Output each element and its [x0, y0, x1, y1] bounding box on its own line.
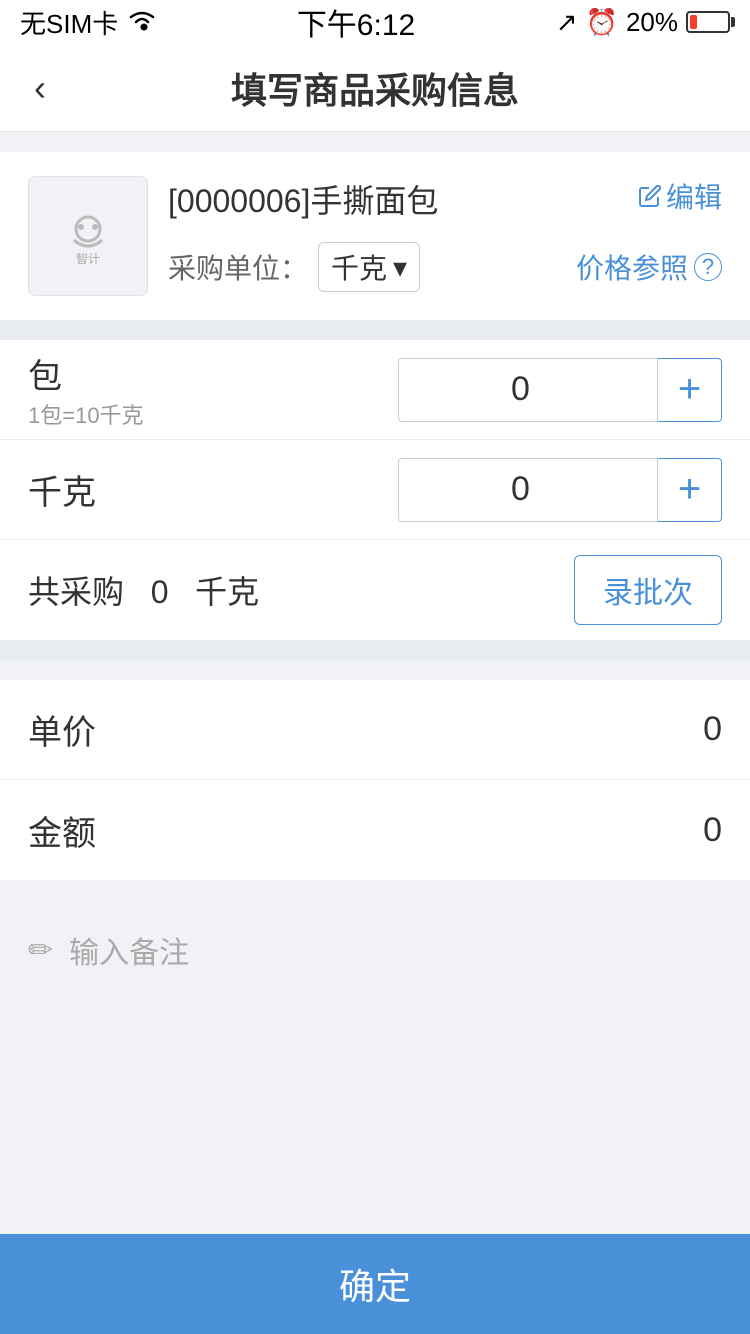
section-divider-2 — [0, 640, 750, 660]
svg-text:智计: 智计 — [76, 251, 100, 266]
kg-label-main: 千克 — [28, 465, 148, 514]
bag-quantity-input[interactable] — [398, 358, 658, 422]
nav-bar: ‹ 填写商品采购信息 — [0, 44, 750, 132]
confirm-button[interactable]: 确定 — [0, 1234, 750, 1334]
kg-quantity-input[interactable] — [398, 458, 658, 522]
unit-price-label: 单价 — [28, 705, 96, 754]
edit-button[interactable]: 编辑 — [638, 176, 722, 216]
edit-label: 编辑 — [666, 176, 722, 216]
product-image: 智计 — [28, 176, 148, 296]
unit-value: 千克 — [331, 247, 387, 287]
status-time: 下午6:12 — [297, 0, 415, 44]
quantity-input-section: 包 1包=10千克 + 千克 + — [0, 340, 750, 540]
amount-row: 金额 0 — [0, 780, 750, 880]
page-title: 填写商品采购信息 — [231, 62, 519, 114]
section-divider-1 — [0, 320, 750, 340]
notes-section[interactable]: ✏ 输入备注 — [0, 900, 750, 1000]
wifi-icon — [128, 7, 156, 38]
bag-label-sub: 1包=10千克 — [28, 398, 148, 430]
pencil-icon: ✏ — [28, 933, 53, 968]
alarm-icon: ⏰ — [586, 7, 618, 38]
notes-placeholder: 输入备注 — [69, 928, 189, 972]
summary-unit: 千克 — [195, 574, 259, 610]
price-ref-button[interactable]: 价格参照 ? — [576, 247, 722, 287]
product-info: [0000006]手撕面包 编辑 采购单位： 千克 ▾ 价格参照 ? — [168, 176, 722, 292]
dropdown-arrow-icon: ▾ — [393, 251, 407, 284]
amount-label: 金额 — [28, 806, 96, 855]
purchase-unit-row: 采购单位： 千克 ▾ 价格参照 ? — [168, 242, 722, 292]
purchase-unit-label: 采购单位： — [168, 247, 308, 287]
unit-select[interactable]: 千克 ▾ — [318, 242, 420, 292]
summary-row: 共采购 0 千克 录批次 — [0, 540, 750, 640]
product-name-row: [0000006]手撕面包 编辑 — [168, 176, 722, 222]
status-right: ↗ ⏰ 20% — [556, 7, 730, 38]
amount-value: 0 — [703, 811, 722, 850]
location-icon: ↗ — [556, 7, 578, 38]
bag-label: 包 1包=10千克 — [28, 349, 148, 430]
battery-icon — [686, 11, 730, 33]
summary-text: 共采购 0 千克 — [28, 567, 259, 613]
kg-plus-button[interactable]: + — [658, 458, 722, 522]
battery-percent: 20% — [626, 7, 678, 38]
bag-input-row: 包 1包=10千克 + — [0, 340, 750, 440]
unit-price-value: 0 — [703, 710, 722, 749]
batch-button[interactable]: 录批次 — [574, 555, 722, 625]
kg-label: 千克 — [28, 465, 148, 514]
unit-price-row: 单价 0 — [0, 680, 750, 780]
back-button[interactable]: ‹ — [24, 57, 56, 119]
bag-plus-button[interactable]: + — [658, 358, 722, 422]
summary-value: 0 — [151, 574, 169, 610]
bag-label-main: 包 — [28, 349, 148, 398]
kg-input-row: 千克 + — [0, 440, 750, 540]
status-left: 无SIM卡 — [20, 4, 156, 41]
confirm-button-label: 确定 — [339, 1258, 411, 1310]
carrier-text: 无SIM卡 — [20, 4, 118, 41]
kg-input-wrapper: + — [398, 458, 722, 522]
product-card: 智计 [0000006]手撕面包 编辑 采购单位： 千克 ▾ — [0, 152, 750, 320]
price-section: 单价 0 金额 0 — [0, 680, 750, 880]
summary-label: 共采购 — [28, 574, 124, 610]
price-ref-help-icon: ? — [694, 253, 722, 281]
status-bar: 无SIM卡 下午6:12 ↗ ⏰ 20% — [0, 0, 750, 44]
bag-input-wrapper: + — [398, 358, 722, 422]
price-ref-label: 价格参照 — [576, 247, 688, 287]
product-name: [0000006]手撕面包 — [168, 176, 438, 222]
